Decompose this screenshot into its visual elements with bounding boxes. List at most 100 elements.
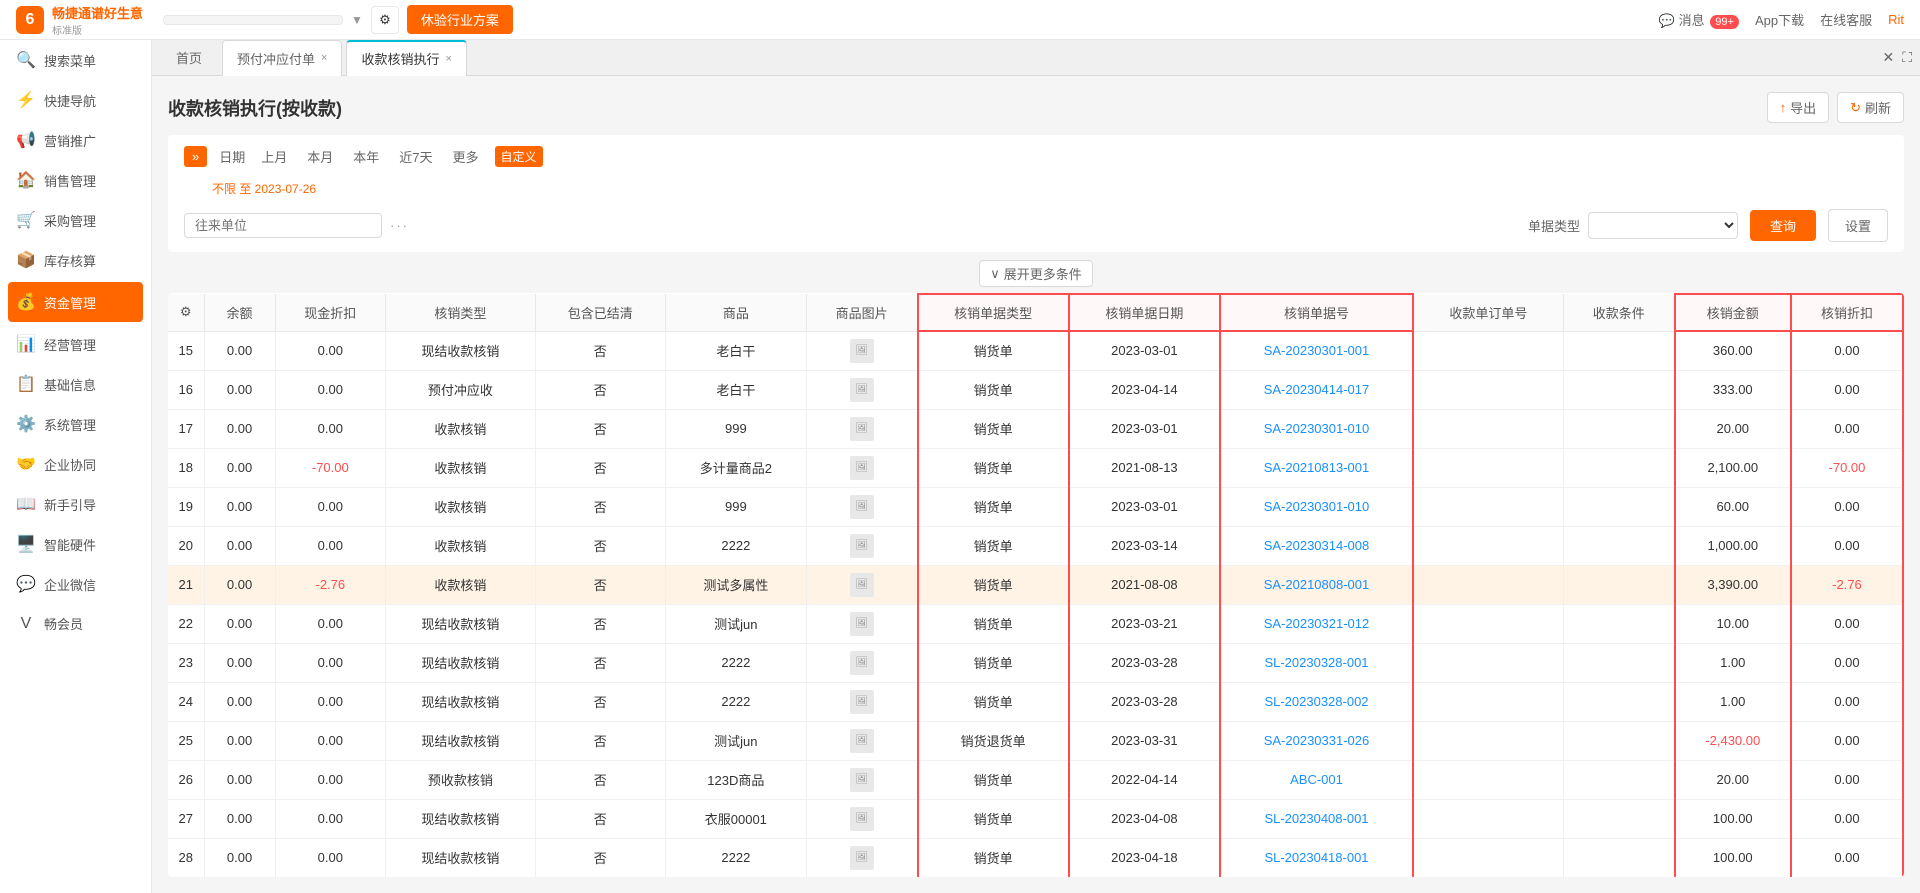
export-button[interactable]: ↑ 导出	[1767, 92, 1830, 123]
filter-last7[interactable]: 近7天	[395, 145, 436, 168]
top-dropdown[interactable]: ▼	[351, 13, 363, 27]
setting-button[interactable]: 设置	[1828, 209, 1888, 242]
bill-no-link[interactable]: SA-20230301-010	[1264, 499, 1370, 514]
td-goods-img: 🖼	[806, 643, 917, 682]
td-settled: 否	[535, 565, 665, 604]
sidebar-item-system[interactable]: ⚙️ 系统管理	[0, 404, 151, 444]
td-type: 现结收款核销	[386, 682, 536, 721]
tab-close-icon[interactable]: ✕	[1882, 49, 1894, 66]
tab-expand-icon[interactable]: ⛶	[1902, 49, 1912, 66]
tab-home[interactable]: 首页	[160, 40, 218, 76]
sidebar-item-member[interactable]: V 畅会员	[0, 604, 151, 643]
refresh-button[interactable]: ↻ 刷新	[1837, 92, 1904, 123]
filter-custom[interactable]: 自定义	[495, 146, 543, 167]
th-settings[interactable]: ⚙	[168, 294, 204, 331]
sidebar-item-marketing[interactable]: 📢 营销推广	[0, 120, 151, 160]
sidebar-item-guide[interactable]: 📖 新手引导	[0, 484, 151, 524]
bill-no-link[interactable]: SA-20230301-010	[1264, 421, 1370, 436]
sidebar-label-base-info: 基础信息	[44, 375, 96, 394]
td-cash-discount: 0.00	[275, 760, 385, 799]
bill-no-link[interactable]: SA-20230314-008	[1264, 538, 1370, 553]
td-goods: 2222	[665, 838, 806, 877]
filter-this-month[interactable]: 本月	[303, 145, 337, 168]
expand-button[interactable]: ∨ 展开更多条件	[979, 260, 1093, 287]
sidebar-item-hardware[interactable]: 🖥️ 智能硬件	[0, 524, 151, 564]
td-cash-discount: 0.00	[275, 331, 385, 370]
th-bill-date: 核销单据日期	[1069, 294, 1220, 331]
bill-no-link[interactable]: SL-20230418-001	[1264, 850, 1368, 865]
filter-this-year[interactable]: 本年	[349, 145, 383, 168]
sidebar-item-purchase[interactable]: 🛒 采购管理	[0, 200, 151, 240]
sidebar-item-quick-nav[interactable]: ⚡ 快捷导航	[0, 80, 151, 120]
sidebar-item-base-info[interactable]: 📋 基础信息	[0, 364, 151, 404]
td-discount: 0.00	[1791, 838, 1903, 877]
tab-writeoff[interactable]: 收款核销执行 ×	[346, 40, 466, 76]
td-bill-no: SA-20210813-001	[1220, 448, 1413, 487]
th-type: 核销类型	[386, 294, 536, 331]
sidebar-item-finance[interactable]: 💰 资金管理	[8, 282, 143, 322]
td-type: 现结收款核销	[386, 721, 536, 760]
td-balance: 0.00	[204, 643, 275, 682]
td-pay-cond	[1563, 409, 1674, 448]
td-bill-no: SA-20230301-001	[1220, 331, 1413, 370]
tab-prepay[interactable]: 预付冲应付单 ×	[222, 40, 342, 76]
td-goods-img: 🖼	[806, 721, 917, 760]
td-type: 预付冲应收	[386, 370, 536, 409]
user-name[interactable]: Rit	[1888, 12, 1904, 27]
td-goods: 999	[665, 487, 806, 526]
filter-more[interactable]: 更多	[449, 145, 483, 168]
top-search-box[interactable]	[163, 15, 343, 25]
td-balance: 0.00	[204, 799, 275, 838]
td-num: 28	[168, 838, 204, 877]
td-settled: 否	[535, 448, 665, 487]
bill-no-link[interactable]: SA-20230414-017	[1264, 382, 1370, 397]
bill-no-link[interactable]: SA-20210813-001	[1264, 460, 1370, 475]
gear-button[interactable]: ⚙	[371, 6, 399, 34]
sidebar-item-search[interactable]: 🔍 搜索菜单	[0, 40, 151, 80]
td-bill-date: 2023-04-14	[1069, 370, 1220, 409]
sidebar-item-sales[interactable]: 🏠 销售管理	[0, 160, 151, 200]
app-download-link[interactable]: App下载	[1755, 10, 1804, 29]
page-header: 收款核销执行(按收款) ↑ 导出 ↻ 刷新	[168, 92, 1904, 123]
td-goods: 衣服00001	[665, 799, 806, 838]
filter-toggle-btn[interactable]: »	[184, 146, 207, 167]
td-order-no	[1413, 643, 1564, 682]
bill-no-link[interactable]: SA-20230331-026	[1264, 733, 1370, 748]
td-order-no	[1413, 682, 1564, 721]
td-cash-discount: 0.00	[275, 721, 385, 760]
td-bill-date: 2023-03-01	[1069, 409, 1220, 448]
bill-no-link[interactable]: SA-20230301-001	[1264, 343, 1370, 358]
partner-input[interactable]	[184, 213, 382, 238]
sidebar-item-wechat[interactable]: 💬 企业微信	[0, 564, 151, 604]
td-bill-type: 销货单	[918, 838, 1069, 877]
td-goods-img: 🖼	[806, 799, 917, 838]
td-cash-discount: 0.00	[275, 526, 385, 565]
table-row: 28 0.00 0.00 现结收款核销 否 2222 🖼 销货单 2023-04…	[168, 838, 1903, 877]
bill-no-link[interactable]: SL-20230408-001	[1264, 811, 1368, 826]
bill-no-link[interactable]: ABC-001	[1290, 772, 1343, 787]
online-service-link[interactable]: 在线客服	[1820, 10, 1872, 29]
td-goods-img: 🖼	[806, 760, 917, 799]
industry-btn[interactable]: 休验行业方案	[407, 5, 513, 34]
filter-bar: » 日期 上月 本月 本年 近7天 更多 自定义 不限 至 2023-07-26…	[168, 135, 1904, 252]
bill-type-select[interactable]	[1588, 212, 1738, 239]
messages-icon-area[interactable]: 💬 消息 99+	[1659, 10, 1739, 29]
search-icon: 🔍	[16, 50, 36, 70]
td-order-no	[1413, 721, 1564, 760]
tab-writeoff-close[interactable]: ×	[445, 53, 451, 65]
th-bill-no: 核销单据号	[1220, 294, 1413, 331]
bill-no-link[interactable]: SA-20210808-001	[1264, 577, 1370, 592]
bill-no-link[interactable]: SA-20230321-012	[1264, 616, 1370, 631]
bill-no-link[interactable]: SL-20230328-002	[1264, 694, 1368, 709]
bill-no-link[interactable]: SL-20230328-001	[1264, 655, 1368, 670]
td-discount: -2.76	[1791, 565, 1903, 604]
table-row: 23 0.00 0.00 现结收款核销 否 2222 🖼 销货单 2023-03…	[168, 643, 1903, 682]
query-button[interactable]: 查询	[1750, 210, 1816, 241]
sidebar-item-operations[interactable]: 📊 经营管理	[0, 324, 151, 364]
sidebar-label-inventory: 库存核算	[44, 251, 96, 270]
sidebar-item-enterprise[interactable]: 🤝 企业协同	[0, 444, 151, 484]
top-bar-center: ▼ ⚙ 休验行业方案	[163, 5, 1647, 34]
filter-last-month[interactable]: 上月	[257, 145, 291, 168]
sidebar-item-inventory[interactable]: 📦 库存核算	[0, 240, 151, 280]
tab-prepay-close[interactable]: ×	[321, 52, 327, 64]
